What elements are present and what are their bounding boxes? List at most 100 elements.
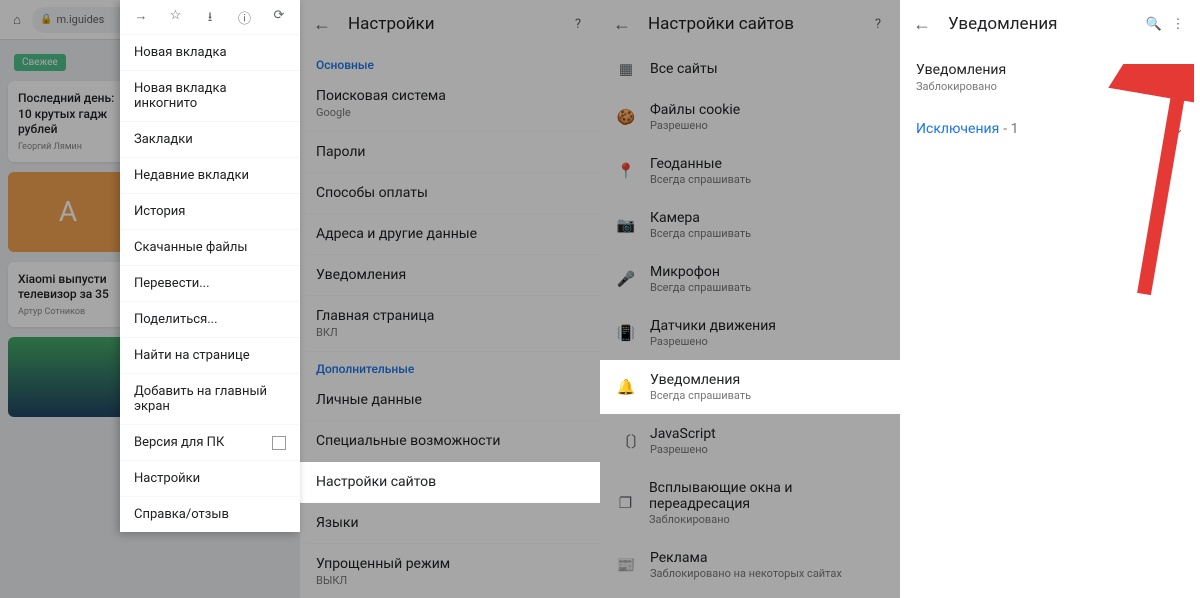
search-icon[interactable]: 🔍	[1142, 17, 1166, 32]
row-all-sites[interactable]: ▦ Все сайты	[600, 48, 900, 90]
menu-history[interactable]: История	[120, 193, 300, 229]
row-label: Личные данные	[316, 392, 584, 408]
menu-label: Версия для ПК	[134, 435, 224, 450]
checkbox-icon[interactable]	[272, 436, 286, 450]
feed-badge[interactable]: Свежее	[14, 54, 66, 71]
row-accessibility[interactable]: Специальные возможности	[300, 421, 600, 462]
menu-translate[interactable]: Перевести...	[120, 265, 300, 301]
menu-label: Новая вкладка инкогнито	[134, 81, 286, 111]
lock-icon: 🔒	[40, 14, 52, 25]
menu-label: Новая вкладка	[134, 45, 227, 60]
menu-downloads[interactable]: Скачанные файлы	[120, 229, 300, 265]
help-icon[interactable]: ?	[866, 17, 890, 32]
location-icon: 📍	[616, 162, 636, 180]
menu-new-tab[interactable]: Новая вкладка	[120, 34, 300, 70]
row-label: Главная страница	[316, 308, 584, 324]
menu-desktop-version[interactable]: Версия для ПК	[120, 424, 300, 460]
camera-icon: 📷	[616, 216, 636, 234]
menu-bookmarks[interactable]: Закладки	[120, 121, 300, 157]
overflow-icon[interactable]: ⋮	[1166, 17, 1190, 32]
page-title: Настройки	[334, 14, 566, 34]
toggle-switch[interactable]	[1150, 70, 1184, 86]
star-icon[interactable]: ☆	[165, 8, 187, 30]
row-label: JavaScript	[650, 426, 716, 442]
menu-share[interactable]: Поделиться...	[120, 301, 300, 337]
section-advanced: Дополнительные	[300, 352, 600, 380]
info-icon[interactable]: ⓘ	[234, 8, 256, 30]
row-site-settings[interactable]: Настройки сайтов	[300, 462, 600, 503]
menu-label: Недавние вкладки	[134, 168, 249, 183]
row-location[interactable]: 📍 ГеоданныеВсегда спрашивать	[600, 144, 900, 198]
help-icon[interactable]: ?	[566, 17, 590, 32]
feed-card[interactable]: Последний день: 10 крутых гадж рублей Ге…	[8, 81, 128, 162]
back-icon[interactable]: ←	[310, 14, 334, 35]
pane-site-settings: ← Настройки сайтов ? ▦ Все сайты 🍪 Файлы…	[600, 0, 900, 598]
row-sub: Всегда спрашивать	[650, 227, 751, 240]
back-icon[interactable]: ←	[910, 14, 934, 35]
row-label: Файлы cookie	[650, 102, 740, 118]
topbar: ← Настройки сайтов ?	[600, 0, 900, 48]
card-author: Артур Сотников	[18, 307, 118, 317]
row-exceptions[interactable]: Исключения - 1 ⌄	[900, 107, 1200, 151]
row-label: Настройки сайтов	[316, 474, 584, 490]
row-privacy[interactable]: Личные данные	[300, 380, 600, 421]
url-host: m.iguides	[56, 13, 104, 26]
row-label: Все сайты	[650, 61, 718, 77]
menu-label: Найти на странице	[134, 348, 250, 363]
forward-icon[interactable]: →	[130, 8, 152, 30]
feed-thumb[interactable]: A	[8, 172, 128, 252]
download-icon[interactable]: ⭳	[199, 8, 221, 30]
row-lite-mode[interactable]: Упрощенный режим ВЫКЛ	[300, 544, 600, 598]
row-label: Способы оплаты	[316, 185, 584, 201]
row-motion[interactable]: 📳 Датчики движенияРазрешено	[600, 306, 900, 360]
row-homepage[interactable]: Главная страница ВКЛ	[300, 296, 600, 352]
row-search-engine[interactable]: Поисковая система Google	[300, 76, 600, 132]
feed-thumb[interactable]	[8, 337, 128, 417]
menu-find[interactable]: Найти на странице	[120, 337, 300, 373]
menu-label: Закладки	[134, 132, 193, 147]
menu-settings[interactable]: Настройки	[120, 460, 300, 496]
row-label: Микрофон	[650, 264, 751, 280]
menu-label: Справка/отзыв	[134, 507, 229, 522]
row-label: Уведомления	[916, 62, 1136, 78]
row-sub: Всегда спрашивать	[650, 389, 751, 402]
row-notifications[interactable]: Уведомления	[300, 255, 600, 296]
popup-icon: ❐	[616, 494, 635, 512]
motion-icon: 📳	[616, 324, 636, 342]
row-passwords[interactable]: Пароли	[300, 132, 600, 173]
section-main: Основные	[300, 48, 600, 76]
toggle-knob	[1149, 69, 1167, 87]
back-icon[interactable]: ←	[610, 14, 634, 35]
home-icon[interactable]: ⌂	[6, 12, 28, 28]
cookie-icon: 🍪	[616, 108, 636, 126]
row-languages[interactable]: Языки	[300, 503, 600, 544]
exceptions-link: Исключения	[916, 121, 999, 137]
mic-icon: 🎤	[616, 270, 636, 288]
menu-help[interactable]: Справка/отзыв	[120, 496, 300, 532]
row-camera[interactable]: 📷 КамераВсегда спрашивать	[600, 198, 900, 252]
row-ads[interactable]: 📰 РекламаЗаблокировано на некоторых сайт…	[600, 538, 900, 592]
menu-recent-tabs[interactable]: Недавние вкладки	[120, 157, 300, 193]
topbar: ← Настройки ?	[300, 0, 600, 48]
menu-add-home[interactable]: Добавить на главный экран	[120, 373, 300, 424]
row-addresses[interactable]: Адреса и другие данные	[300, 214, 600, 255]
site-settings-list: ▦ Все сайты 🍪 Файлы cookieРазрешено 📍 Ге…	[600, 48, 900, 598]
row-popups[interactable]: ❐ Всплывающие окна и переадресацияЗаблок…	[600, 468, 900, 538]
row-sub: Заблокировано на некоторых сайтах	[650, 567, 842, 580]
refresh-icon[interactable]: ⟳	[268, 8, 290, 30]
row-notifications[interactable]: 🔔 УведомленияВсегда спрашивать	[600, 360, 900, 414]
row-microphone[interactable]: 🎤 МикрофонВсегда спрашивать	[600, 252, 900, 306]
menu-new-incognito[interactable]: Новая вкладка инкогнито	[120, 70, 300, 121]
pane-notifications: ← Уведомления 🔍 ⋮ Уведомления Заблокиров…	[900, 0, 1200, 598]
row-payments[interactable]: Способы оплаты	[300, 173, 600, 214]
row-label: Всплывающие окна и переадресация	[649, 480, 884, 512]
feed-card[interactable]: Xiaomi выпусти телевизор за 35 Артур Сот…	[8, 262, 128, 327]
row-cookies[interactable]: 🍪 Файлы cookieРазрешено	[600, 90, 900, 144]
exceptions-count: - 1	[1003, 121, 1018, 137]
row-bg-sync[interactable]: 🔄 Фоновая синхронизацияРазрешено	[600, 592, 900, 598]
row-sub: ВКЛ	[316, 326, 584, 339]
pane-settings: ← Настройки ? Основные Поисковая система…	[300, 0, 600, 598]
card-author: Георгий Лямин	[18, 142, 118, 152]
row-javascript[interactable]: 〔〕 JavaScriptРазрешено	[600, 414, 900, 468]
row-label: Пароли	[316, 144, 584, 160]
